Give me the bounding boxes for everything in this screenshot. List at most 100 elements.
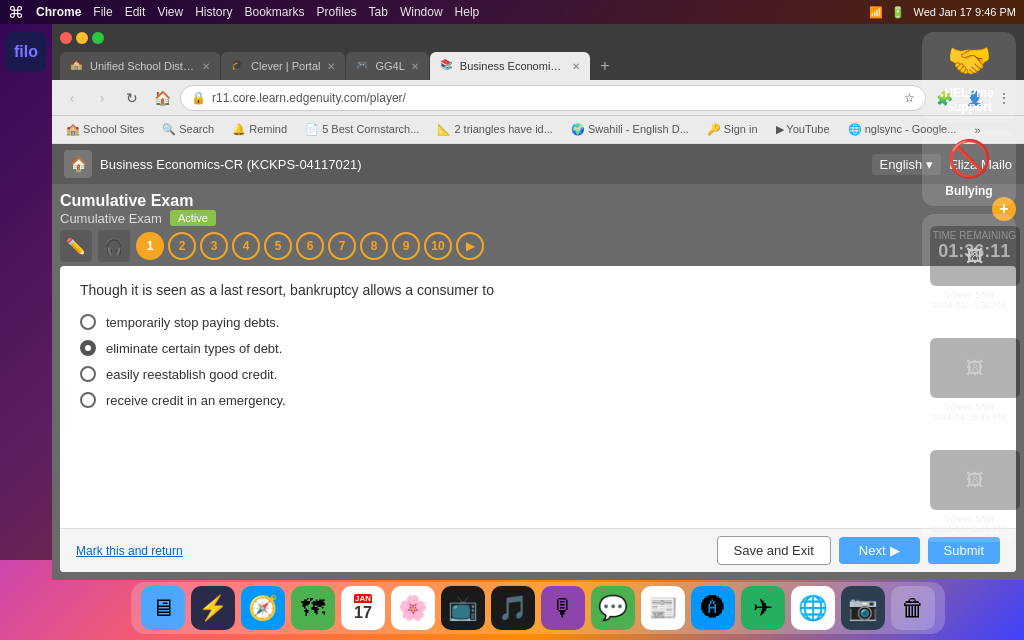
dock: 🖥 ⚡ 🧭 🗺 JAN17 🌸 📺 🎵 🎙 💬 📰 🅐 ✈ 🌐 📷 🗑	[52, 580, 1024, 636]
dock-trash[interactable]: 🗑	[891, 586, 935, 630]
bookmark-swahili[interactable]: 🌍 Swahili - English D...	[565, 121, 695, 138]
question-text: Though it is seen as a last resort, bank…	[80, 282, 996, 298]
filo-logo[interactable]: filo	[6, 32, 46, 72]
dock-appstore[interactable]: 🅐	[691, 586, 735, 630]
dock-launchpad[interactable]: ⚡	[191, 586, 235, 630]
minimize-button[interactable]	[76, 32, 88, 44]
dock-image-capture[interactable]: 📷	[841, 586, 885, 630]
question-5-button[interactable]: 5	[264, 232, 292, 260]
mark-return-link[interactable]: Mark this and return	[76, 544, 183, 558]
bookmark-school-sites[interactable]: 🏫 School Sites	[60, 121, 150, 138]
audio-tool-button[interactable]: 🎧	[98, 230, 130, 262]
question-3-button[interactable]: 3	[200, 232, 228, 260]
bullying-title: Bullying	[930, 184, 1008, 198]
question-9-button[interactable]: 9	[392, 232, 420, 260]
question-1-button[interactable]: 1	[136, 232, 164, 260]
exam-title-main: Cumulative Exam	[60, 192, 984, 210]
tab-close-4[interactable]: ✕	[572, 61, 580, 72]
apple-menu[interactable]: ⌘	[8, 3, 24, 22]
pencil-tool-button[interactable]: ✏️	[60, 230, 92, 262]
screenshot-3-label: Screen Shot2024-01...6.01 PM	[930, 514, 1008, 534]
dock-maps[interactable]: 🗺	[291, 586, 335, 630]
tab-close-2[interactable]: ✕	[327, 61, 335, 72]
app-name[interactable]: Chrome	[36, 5, 81, 19]
dock-apple-tv[interactable]: 📺	[441, 586, 485, 630]
menu-tab[interactable]: Tab	[369, 5, 388, 19]
radio-c[interactable]	[80, 366, 96, 382]
helpme-widget[interactable]: 🤝 HELPme Support	[922, 32, 1016, 122]
dock-music[interactable]: 🎵	[491, 586, 535, 630]
tab-unified-school[interactable]: 🏫 Unified School District No. 5 ✕	[60, 52, 220, 80]
edgenuity-home-button[interactable]: 🏠	[64, 150, 92, 178]
answer-option-b[interactable]: eliminate certain types of debt.	[80, 340, 996, 356]
screenshot-2-widget[interactable]: 🖼 Screen Shot2024-01...8.45 PM	[922, 326, 1016, 430]
question-next-nav[interactable]: ▶	[456, 232, 484, 260]
dock-safari[interactable]: 🧭	[241, 586, 285, 630]
address-url: r11.core.learn.edgenuity.com/player/	[212, 91, 898, 105]
menu-window[interactable]: Window	[400, 5, 443, 19]
right-widgets: 🤝 HELPme Support 🚫 Bullying 🖼 Screen Sho…	[914, 24, 1024, 560]
forward-button[interactable]: ›	[90, 86, 114, 110]
bullying-icon: 🚫	[930, 138, 1008, 180]
dock-testflight[interactable]: ✈	[741, 586, 785, 630]
dock-messages[interactable]: 💬	[591, 586, 635, 630]
edgenuity-topbar: 🏠 Business Economics-CR (KCKPS-04117021)…	[52, 144, 1024, 184]
answer-option-a[interactable]: temporarily stop paying debts.	[80, 314, 996, 330]
dock-finder[interactable]: 🖥	[141, 586, 185, 630]
menu-view[interactable]: View	[157, 5, 183, 19]
screenshot-3-widget[interactable]: 🖼 Screen Shot2024-01...6.01 PM	[922, 438, 1016, 542]
tab-close-1[interactable]: ✕	[202, 61, 210, 72]
tab-bar: 🏫 Unified School District No. 5 ✕ 🎓 Clev…	[60, 48, 1016, 80]
bookmark-youtube[interactable]: ▶ YouTube	[770, 121, 836, 138]
question-7-button[interactable]: 7	[328, 232, 356, 260]
active-badge: Active	[170, 210, 216, 226]
bookmark-search[interactable]: 🔍 Search	[156, 121, 220, 138]
reload-button[interactable]: ↻	[120, 86, 144, 110]
bookmark-cornstarch[interactable]: 📄 5 Best Cornstarch...	[299, 121, 425, 138]
question-8-button[interactable]: 8	[360, 232, 388, 260]
save-exit-button[interactable]: Save and Exit	[717, 536, 831, 565]
filo-sidebar: filo	[0, 24, 52, 560]
menu-profiles[interactable]: Profiles	[317, 5, 357, 19]
question-10-button[interactable]: 10	[424, 232, 452, 260]
bookmark-triangles[interactable]: 📐 2 triangles have id...	[431, 121, 559, 138]
answer-option-d[interactable]: receive credit in an emergency.	[80, 392, 996, 408]
home-nav-button[interactable]: 🏠	[150, 86, 174, 110]
question-6-button[interactable]: 6	[296, 232, 324, 260]
dock-chrome[interactable]: 🌐	[791, 586, 835, 630]
address-bar[interactable]: 🔒 r11.core.learn.edgenuity.com/player/ ☆	[180, 85, 926, 111]
menu-bookmarks[interactable]: Bookmarks	[245, 5, 305, 19]
nav-bar: ‹ › ↻ 🏠 🔒 r11.core.learn.edgenuity.com/p…	[52, 80, 1024, 116]
radio-d[interactable]	[80, 392, 96, 408]
dock-news[interactable]: 📰	[641, 586, 685, 630]
next-button[interactable]: Next ▶	[839, 537, 920, 564]
bookmark-signin[interactable]: 🔑 Sign in	[701, 121, 764, 138]
radio-b[interactable]	[80, 340, 96, 356]
tab-close-3[interactable]: ✕	[411, 61, 419, 72]
tab-clever[interactable]: 🎓 Clever | Portal ✕	[221, 52, 345, 80]
menu-edit[interactable]: Edit	[125, 5, 146, 19]
dock-podcasts[interactable]: 🎙	[541, 586, 585, 630]
question-2-button[interactable]: 2	[168, 232, 196, 260]
tab-gg4l[interactable]: 🎮 GG4L ✕	[346, 52, 429, 80]
dock-calendar[interactable]: JAN17	[341, 586, 385, 630]
menu-help[interactable]: Help	[455, 5, 480, 19]
radio-a[interactable]	[80, 314, 96, 330]
bullying-widget[interactable]: 🚫 Bullying	[922, 130, 1016, 206]
course-title: Business Economics-CR (KCKPS-04117021)	[100, 157, 864, 172]
tab-edgenuity[interactable]: 📚 Business Economics-CR (KC ✕	[430, 52, 590, 80]
close-button[interactable]	[60, 32, 72, 44]
exam-area: Cumulative Exam Cumulative Exam Active +…	[52, 184, 1024, 580]
question-panel: Though it is seen as a last resort, bank…	[60, 266, 1016, 572]
question-4-button[interactable]: 4	[232, 232, 260, 260]
screenshot-1-widget[interactable]: 🖼 Screen Shot2024-01...4.32 AM	[922, 214, 1016, 318]
bookmark-remind[interactable]: 🔔 Remind	[226, 121, 293, 138]
menu-history[interactable]: History	[195, 5, 232, 19]
answer-text-d: receive credit in an emergency.	[106, 393, 286, 408]
back-button[interactable]: ‹	[60, 86, 84, 110]
maximize-button[interactable]	[92, 32, 104, 44]
dock-photos[interactable]: 🌸	[391, 586, 435, 630]
menu-file[interactable]: File	[93, 5, 112, 19]
answer-option-c[interactable]: easily reestablish good credit.	[80, 366, 996, 382]
new-tab-button[interactable]: +	[591, 52, 619, 80]
